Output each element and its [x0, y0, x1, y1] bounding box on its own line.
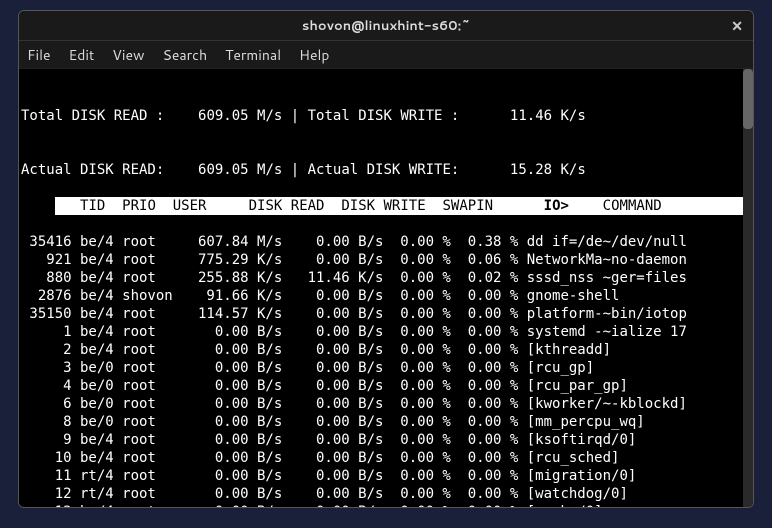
- summary-line-2: Actual DISK READ: 609.05 M/s | Actual DI…: [21, 161, 751, 179]
- summary-line-1: Total DISK READ : 609.05 M/s | Total DIS…: [21, 107, 751, 125]
- close-icon[interactable]: ✕: [731, 16, 743, 36]
- menu-terminal[interactable]: Terminal: [225, 45, 281, 65]
- table-row: 4 be/0 root 0.00 B/s 0.00 B/s 0.00 % 0.0…: [21, 377, 751, 395]
- menu-search[interactable]: Search: [163, 45, 208, 65]
- table-row: 6 be/0 root 0.00 B/s 0.00 B/s 0.00 % 0.0…: [21, 395, 751, 413]
- menu-file[interactable]: File: [27, 45, 51, 65]
- iotop-header: TID PRIO USER DISK READ DISK WRITE SWAPI…: [55, 197, 753, 215]
- window-title: shovon@linuxhint-s60:~: [302, 17, 470, 35]
- table-row: 2876 be/4 shovon 91.66 K/s 0.00 B/s 0.00…: [21, 287, 751, 305]
- table-row: 8 be/0 root 0.00 B/s 0.00 B/s 0.00 % 0.0…: [21, 413, 751, 431]
- table-row: 921 be/4 root 775.29 K/s 0.00 B/s 0.00 %…: [21, 251, 751, 269]
- table-row: 1 be/4 root 0.00 B/s 0.00 B/s 0.00 % 0.0…: [21, 323, 751, 341]
- table-row: 2 be/4 root 0.00 B/s 0.00 B/s 0.00 % 0.0…: [21, 341, 751, 359]
- menu-help[interactable]: Help: [299, 45, 329, 65]
- table-row: 9 be/4 root 0.00 B/s 0.00 B/s 0.00 % 0.0…: [21, 431, 751, 449]
- terminal-body[interactable]: Total DISK READ : 609.05 M/s | Total DIS…: [19, 69, 753, 507]
- table-row: 35150 be/4 root 114.57 K/s 0.00 B/s 0.00…: [21, 305, 751, 323]
- process-list: 35416 be/4 root 607.84 M/s 0.00 B/s 0.00…: [21, 233, 751, 507]
- table-row: 12 rt/4 root 0.00 B/s 0.00 B/s 0.00 % 0.…: [21, 485, 751, 503]
- titlebar[interactable]: shovon@linuxhint-s60:~ ✕: [19, 11, 753, 41]
- sort-column-io: IO>: [544, 198, 569, 214]
- table-row: 880 be/4 root 255.88 K/s 11.46 K/s 0.00 …: [21, 269, 751, 287]
- menu-edit[interactable]: Edit: [69, 45, 95, 65]
- table-row: 10 be/4 root 0.00 B/s 0.00 B/s 0.00 % 0.…: [21, 449, 751, 467]
- scrollbar[interactable]: [743, 69, 753, 507]
- table-row: 3 be/0 root 0.00 B/s 0.00 B/s 0.00 % 0.0…: [21, 359, 751, 377]
- menu-view[interactable]: View: [112, 45, 144, 65]
- menubar: File Edit View Search Terminal Help: [19, 41, 753, 69]
- table-row: 35416 be/4 root 607.84 M/s 0.00 B/s 0.00…: [21, 233, 751, 251]
- table-row: 11 rt/4 root 0.00 B/s 0.00 B/s 0.00 % 0.…: [21, 467, 751, 485]
- scrollbar-thumb[interactable]: [743, 69, 753, 129]
- table-row: 13 be/4 root 0.00 B/s 0.00 B/s 0.00 % 0.…: [21, 503, 751, 507]
- terminal-window: shovon@linuxhint-s60:~ ✕ File Edit View …: [18, 10, 754, 508]
